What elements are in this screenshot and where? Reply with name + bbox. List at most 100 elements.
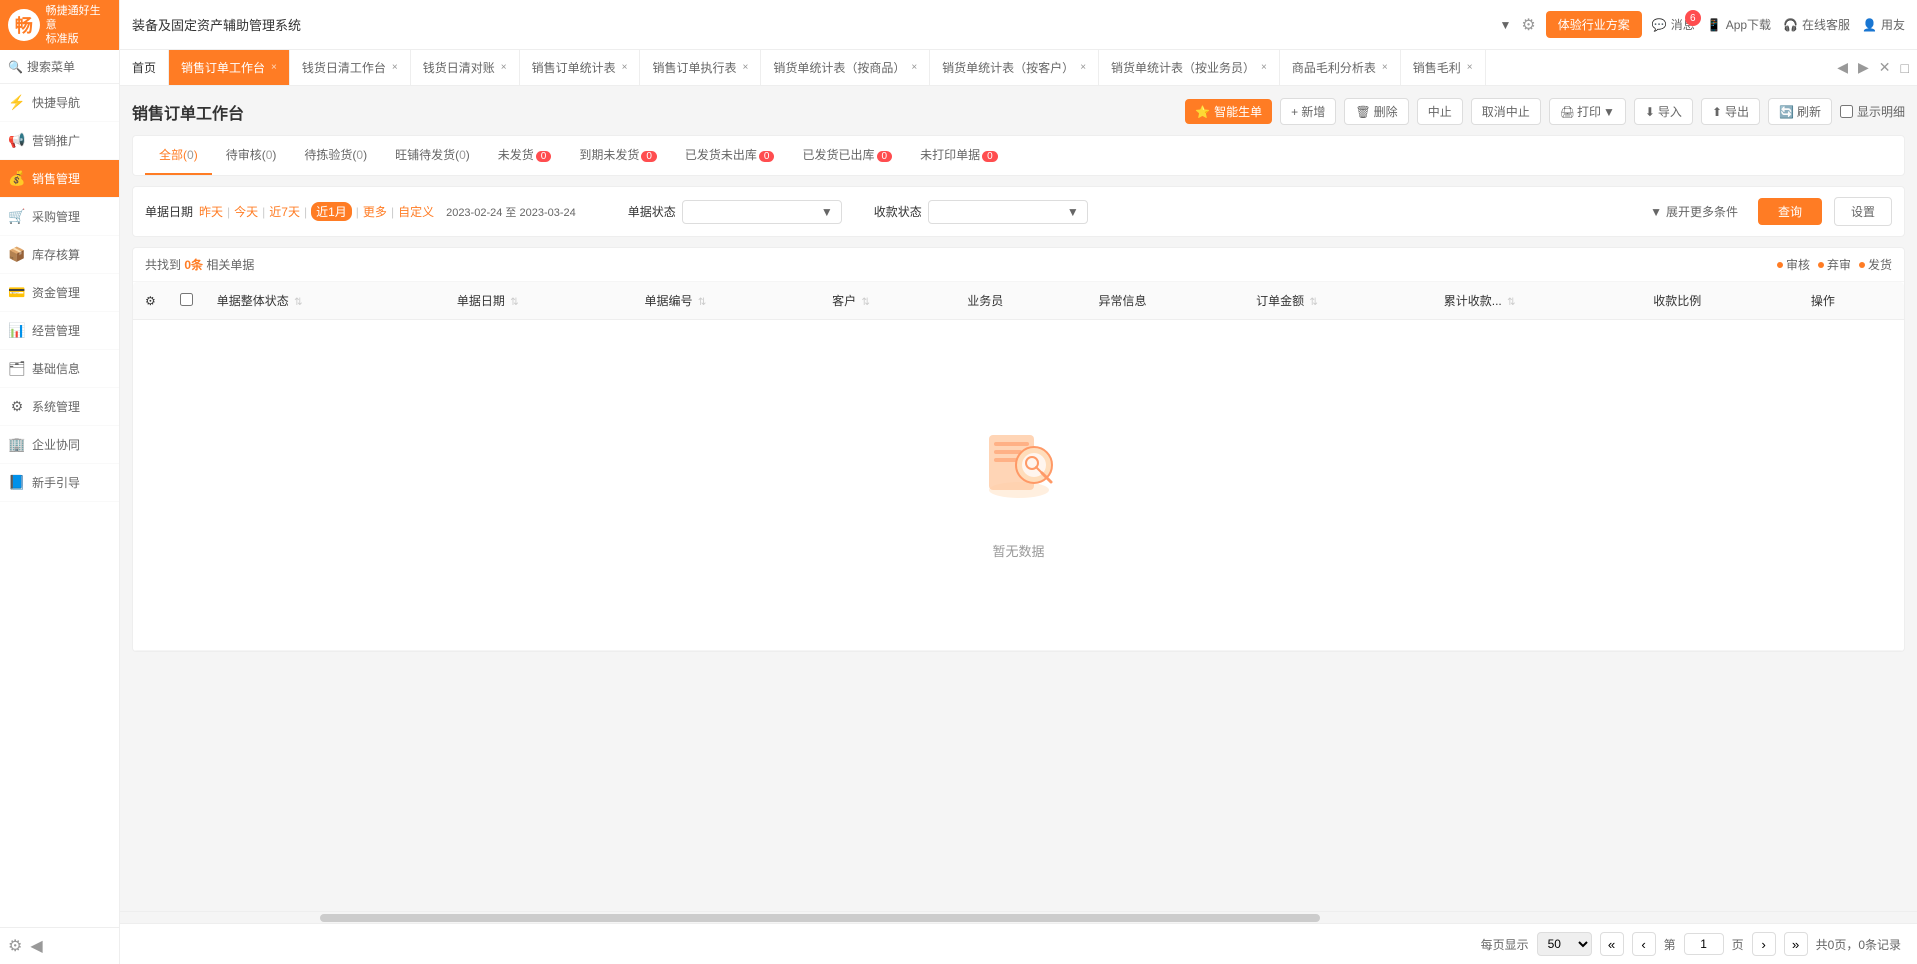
app-download-btn[interactable]: 📱 App下载 [1707,16,1771,33]
filter-tab-pending-review[interactable]: 待审核(0) [212,136,291,175]
topbar-dropdown[interactable]: ▼ [1500,18,1512,32]
sidebar-item-marketing[interactable]: 📢营销推广 [0,122,119,160]
date-opt-yesterday[interactable]: 昨天 [199,203,223,220]
settings-search-btn[interactable]: 设置 [1834,197,1892,226]
new-btn[interactable]: + 新增 [1280,98,1336,125]
cancel-stop-btn[interactable]: 取消中止 [1471,98,1541,125]
tab-close-product-margin[interactable]: × [1382,62,1388,73]
date-opt-7days[interactable]: 近7天 [269,203,300,220]
horizontal-scrollbar[interactable] [120,911,1917,923]
last-page-btn[interactable]: » [1784,932,1808,956]
filter-tab-not-shipped[interactable]: 未发货0 [484,136,566,175]
data-table: ⚙ 单据整体状态 ⇅ 单据日期 ⇅ 单据编号 ⇅ 客户 ⇅ 业务员 异常信息 订… [133,282,1904,651]
tab-close-sales-stat-salesman[interactable]: × [1261,62,1267,73]
scroll-thumb[interactable] [320,914,1320,922]
query-btn[interactable]: 查询 [1758,198,1822,225]
stop-btn[interactable]: 中止 [1417,98,1463,125]
filter-tab-shipped-out[interactable]: 已发货已出库0 [788,136,906,175]
tab-label-sales-exec: 销售订单执行表 [652,59,736,76]
sidebar-item-purchase[interactable]: 🛒采购管理 [0,198,119,236]
tab-sales-stat-customer[interactable]: 销货单统计表（按客户）× [930,50,1099,86]
tab-sales-exec[interactable]: 销售订单执行表 × [640,50,761,86]
user-btn[interactable]: 👤 用友 [1862,16,1905,33]
cancel-review-btn[interactable]: 弃审 [1818,256,1851,273]
first-page-btn[interactable]: « [1600,932,1624,956]
filter-tab-not-printed[interactable]: 未打印单据0 [906,136,1012,175]
message-btn[interactable]: 💬 消息 6 [1652,16,1695,33]
date-opt-1month[interactable]: 近1月 [311,202,352,221]
tab-close-sales-stat-customer[interactable]: × [1080,62,1086,73]
tab-product-margin[interactable]: 商品毛利分析表× [1280,50,1401,86]
smart-create-btn[interactable]: ⭐ 智能生单 [1185,99,1272,124]
tab-close-all-btn[interactable]: ✕ [1875,57,1895,78]
sidebar-item-system[interactable]: ⚙系统管理 [0,388,119,426]
tab-cash-daily[interactable]: 钱货日清工作台 × [290,50,411,86]
tab-label-cash-reconcile: 钱货日清对账 [423,59,495,76]
filter-tab-wangpu-pending[interactable]: 旺铺待发货(0) [381,136,484,175]
refresh-btn[interactable]: 🔄 刷新 [1768,98,1832,125]
search-menu[interactable]: 🔍 搜索菜单 [0,50,119,84]
tab-sales-stat-salesman[interactable]: 销货单统计表（按业务员）× [1099,50,1280,86]
filter-tab-pending-inspect[interactable]: 待拣验货(0) [290,136,381,175]
tab-close-cash-reconcile[interactable]: × [501,62,507,73]
col-settings[interactable]: ⚙ [133,282,168,320]
filter-tab-shipped-not-out[interactable]: 已发货未出库0 [671,136,789,175]
filter-tab-expired-not-shipped[interactable]: 到期未发货0 [565,136,671,175]
tab-cash-reconcile[interactable]: 钱货日清对账 × [411,50,520,86]
tab-close-sales-workbench[interactable]: × [271,62,277,73]
search-icon: 🔍 [8,60,23,74]
tab-close-sales-stat-product[interactable]: × [911,62,917,73]
collection-select[interactable]: ▼ [928,200,1088,224]
sidebar-item-basic-info[interactable]: 🗂基础信息 [0,350,119,388]
date-opt-more[interactable]: 更多 [363,203,387,220]
tab-label-cash-daily: 钱货日清工作台 [302,59,386,76]
expand-btn[interactable]: ▼ 展开更多条件 [1642,199,1746,224]
show-detail-label[interactable]: 显示明细 [1840,103,1905,120]
tab-sales-gross[interactable]: 销售毛利× [1401,50,1486,86]
tab-close-sales-exec[interactable]: × [742,62,748,73]
print-btn[interactable]: 🖨 打印 ▼ [1549,98,1626,125]
tab-prev-btn[interactable]: ◀ [1833,57,1852,78]
col-number: 单据编号 ⇅ [633,282,821,320]
page-number-input[interactable] [1684,933,1724,955]
tab-maximize-btn[interactable]: □ [1897,58,1913,78]
sidebar-item-enterprise[interactable]: 🏢企业协同 [0,426,119,464]
sidebar-item-guide[interactable]: 📘新手引导 [0,464,119,502]
col-ratio: 收款比例 [1641,282,1799,320]
sidebar-item-quick-nav[interactable]: ⚡快捷导航 [0,84,119,122]
show-detail-checkbox[interactable] [1840,105,1853,118]
nav-label-sales: 销售管理 [32,170,80,187]
tab-close-cash-daily[interactable]: × [392,62,398,73]
status-select[interactable]: ▼ [682,200,842,224]
select-all-checkbox[interactable] [180,293,193,306]
status-field: 单据状态 ▼ [628,200,842,224]
tab-sales-stats[interactable]: 销售订单统计表× [520,50,641,86]
filter-tab-all[interactable]: 全部(0) [145,136,212,175]
tab-sales-workbench[interactable]: 销售订单工作台× [169,50,290,86]
sidebar-item-inventory[interactable]: 📦库存核算 [0,236,119,274]
online-service-btn[interactable]: 🎧 在线客服 [1783,16,1850,33]
date-opt-today[interactable]: 今天 [234,203,258,220]
tab-home[interactable]: 首页 [120,50,169,86]
tab-close-sales-stats[interactable]: × [622,62,628,73]
ship-action-btn[interactable]: 发货 [1859,256,1892,273]
review-btn[interactable]: 审核 [1777,256,1810,273]
col-checkbox[interactable] [168,282,205,320]
tab-next-btn[interactable]: ▶ [1854,57,1873,78]
collapse-icon[interactable]: ◀ [30,936,42,956]
tab-sales-stat-product[interactable]: 销货单统计表（按商品）× [761,50,930,86]
prev-page-btn[interactable]: ‹ [1632,932,1656,956]
next-page-btn[interactable]: › [1752,932,1776,956]
tab-close-sales-gross[interactable]: × [1467,62,1473,73]
date-opt-custom[interactable]: 自定义 [398,203,434,220]
export-btn[interactable]: ⬆ 导出 [1701,98,1760,125]
settings-icon[interactable]: ⚙ [8,936,22,956]
sidebar-item-operation[interactable]: 📊经营管理 [0,312,119,350]
industry-btn[interactable]: 体验行业方案 [1546,11,1642,38]
sidebar-item-sales[interactable]: 💰销售管理 [0,160,119,198]
page-size-select[interactable]: 50 10 20 100 [1537,932,1592,956]
sidebar-item-finance[interactable]: 💳资金管理 [0,274,119,312]
topbar-gear-icon[interactable]: ⚙ [1521,15,1535,35]
delete-btn[interactable]: 🗑 删除 [1344,98,1408,125]
import-btn[interactable]: ⬇ 导入 [1634,98,1693,125]
